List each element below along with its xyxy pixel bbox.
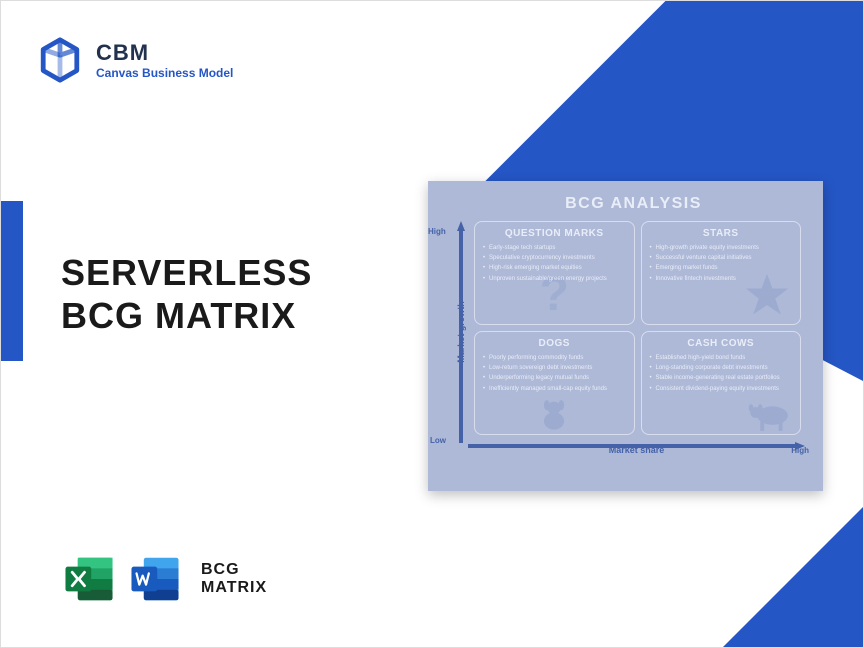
word-icon — [127, 551, 183, 607]
footer-line-2: MATRIX — [201, 579, 267, 597]
matrix-title: BCG ANALYSIS — [462, 195, 805, 213]
quadrant-title: STARS — [650, 228, 793, 239]
bcg-matrix-card: BCG ANALYSIS High Market growth Low ? QU… — [428, 181, 823, 491]
list-item: Speculative cryptocurrency investments — [483, 253, 626, 263]
matrix-body: High Market growth Low ? QUESTION MARKS … — [462, 221, 805, 471]
hexagon-logo-icon — [36, 36, 84, 84]
list-item: Underperforming legacy mutual funds — [483, 373, 626, 383]
title-line-2: BCG MATRIX — [61, 294, 312, 337]
corner-decoration-bottom-right — [723, 507, 863, 647]
quadrant-stars: STARS High-growth private equity investm… — [641, 221, 802, 325]
logo-block: CBM Canvas Business Model — [36, 36, 233, 84]
quadrant-title: CASH COWS — [650, 338, 793, 349]
quadrant-title: QUESTION MARKS — [483, 228, 626, 239]
quadrant-list: High-growth private equity investments S… — [650, 243, 793, 284]
quadrant-list: Established high-yield bond funds Long-s… — [650, 353, 793, 394]
quadrant-list: Early-stage tech startups Speculative cr… — [483, 243, 626, 284]
logo-title: CBM — [96, 40, 233, 66]
list-item: High-risk emerging market equities — [483, 263, 626, 273]
cow-icon — [748, 398, 794, 434]
list-item: Poorly performing commodity funds — [483, 353, 626, 363]
list-item: Emerging market funds — [650, 263, 793, 273]
list-item: Innovative fintech investments — [650, 274, 793, 284]
x-axis-label: Market share — [609, 445, 665, 455]
dog-icon — [536, 398, 572, 434]
slide-page: CBM Canvas Business Model SERVERLESS BCG… — [0, 0, 864, 648]
x-axis-high-label: High — [791, 446, 809, 455]
footer-line-1: BCG — [201, 561, 267, 579]
page-title: SERVERLESS BCG MATRIX — [61, 251, 312, 337]
y-axis-label: Market growth — [456, 301, 466, 363]
logo-subtitle: Canvas Business Model — [96, 66, 233, 80]
list-item: Early-stage tech startups — [483, 243, 626, 253]
list-item: Successful venture capital initiatives — [650, 253, 793, 263]
quadrant-cash-cows: CASH COWS Established high-yield bond fu… — [641, 331, 802, 435]
matrix-grid: ? QUESTION MARKS Early-stage tech startu… — [474, 221, 801, 435]
quadrant-list: Poorly performing commodity funds Low-re… — [483, 353, 626, 394]
excel-icon — [61, 551, 117, 607]
title-line-1: SERVERLESS — [61, 251, 312, 294]
list-item: Low-return sovereign debt investments — [483, 363, 626, 373]
list-item: Consistent dividend-paying equity invest… — [650, 384, 793, 394]
quadrant-question-marks: ? QUESTION MARKS Early-stage tech startu… — [474, 221, 635, 325]
x-axis: Market share High — [468, 439, 805, 453]
accent-bar-left — [1, 201, 23, 361]
list-item: High-growth private equity investments — [650, 243, 793, 253]
quadrant-dogs: DOGS Poorly performing commodity funds L… — [474, 331, 635, 435]
list-item: Long-standing corporate debt investments — [650, 363, 793, 373]
y-axis-high-label: High — [428, 227, 446, 236]
list-item: Unproven sustainable/green energy projec… — [483, 274, 626, 284]
y-axis-low-label: Low — [430, 436, 446, 445]
quadrant-title: DOGS — [483, 338, 626, 349]
list-item: Established high-yield bond funds — [650, 353, 793, 363]
footer-block: BCG MATRIX — [61, 551, 267, 607]
list-item: Inefficiently managed small-cap equity f… — [483, 384, 626, 394]
y-axis: High Market growth Low — [454, 221, 468, 443]
list-item: Stable income-generating real estate por… — [650, 373, 793, 383]
